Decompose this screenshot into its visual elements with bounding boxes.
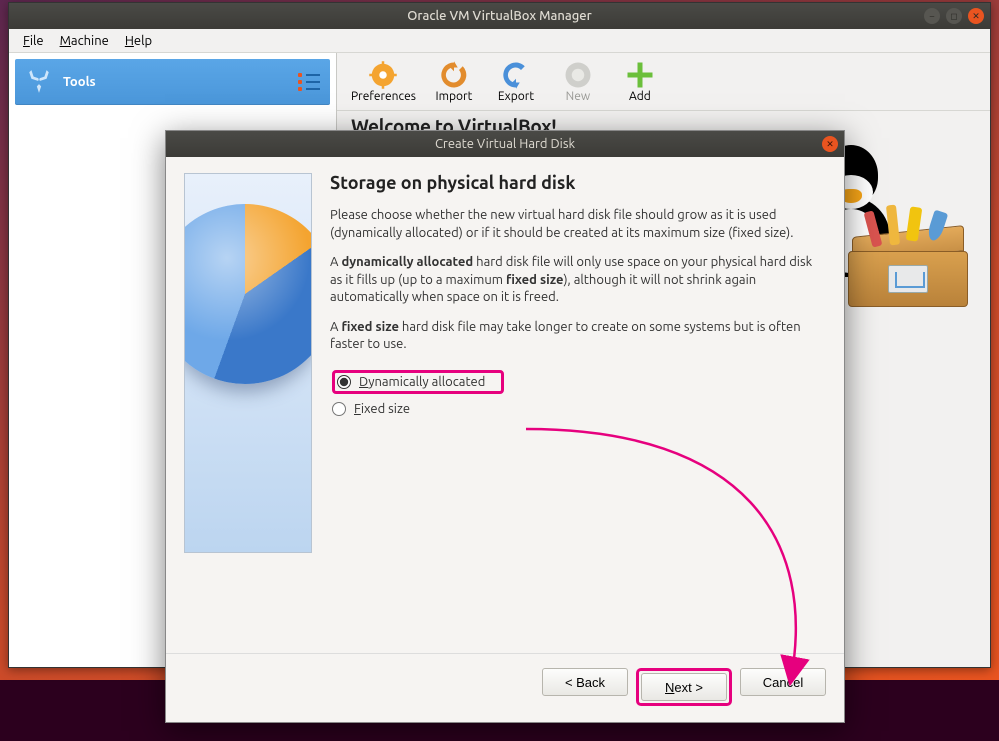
dialog-title: Create Virtual Hard Disk bbox=[435, 137, 575, 151]
add-icon bbox=[625, 60, 655, 90]
dialog-footer: < Back Next > Cancel bbox=[166, 653, 844, 722]
sidebar-tools-label: Tools bbox=[63, 75, 298, 89]
gear-icon bbox=[368, 60, 398, 90]
menu-file[interactable]: File bbox=[15, 31, 52, 51]
dialog-paragraph-1: Please choose whether the new virtual ha… bbox=[330, 207, 826, 242]
list-menu-icon[interactable] bbox=[298, 73, 320, 91]
dialog-close-button[interactable]: ✕ bbox=[822, 136, 838, 152]
next-button[interactable]: Next > bbox=[641, 673, 727, 701]
cancel-button[interactable]: Cancel bbox=[740, 668, 826, 696]
minimize-button[interactable]: – bbox=[924, 8, 940, 24]
toolbar-add[interactable]: Add bbox=[610, 55, 670, 109]
toolbar: Preferences Import Export New bbox=[337, 53, 990, 111]
dialog-paragraph-3: A fixed size hard disk file may take lon… bbox=[330, 319, 826, 354]
dialog-paragraph-2: A dynamically allocated hard disk file w… bbox=[330, 254, 826, 307]
sidebar-tools-tile[interactable]: Tools bbox=[15, 59, 330, 105]
menubar: File Machine Help bbox=[9, 29, 990, 53]
toolbar-export[interactable]: Export bbox=[486, 55, 546, 109]
dialog-heading: Storage on physical hard disk bbox=[330, 173, 826, 193]
dialog-illustration bbox=[184, 173, 312, 553]
radio-dynamic-input[interactable] bbox=[337, 375, 351, 389]
radio-fixed-input[interactable] bbox=[332, 402, 346, 416]
menu-machine[interactable]: Machine bbox=[52, 31, 117, 51]
maximize-button[interactable]: ◻ bbox=[946, 8, 962, 24]
create-virtual-hard-disk-dialog: Create Virtual Hard Disk ✕ Storage on ph… bbox=[165, 130, 845, 723]
dialog-titlebar[interactable]: Create Virtual Hard Disk ✕ bbox=[166, 131, 844, 157]
radio-dynamically-allocated[interactable]: Dynamically allocated bbox=[330, 366, 826, 398]
radio-fixed-size[interactable]: Fixed size bbox=[330, 398, 826, 420]
back-button[interactable]: < Back bbox=[542, 668, 628, 696]
main-window-title: Oracle VM VirtualBox Manager bbox=[9, 9, 990, 23]
new-icon bbox=[563, 60, 593, 90]
toolbar-import[interactable]: Import bbox=[424, 55, 484, 109]
toolbar-new: New bbox=[548, 55, 608, 109]
import-icon bbox=[439, 60, 469, 90]
toolbar-preferences[interactable]: Preferences bbox=[345, 55, 422, 109]
close-button[interactable]: ✕ bbox=[968, 8, 984, 24]
menu-help[interactable]: Help bbox=[117, 31, 160, 51]
export-icon bbox=[501, 60, 531, 90]
main-window-titlebar[interactable]: Oracle VM VirtualBox Manager – ◻ ✕ bbox=[9, 3, 990, 29]
tools-icon bbox=[25, 68, 53, 96]
